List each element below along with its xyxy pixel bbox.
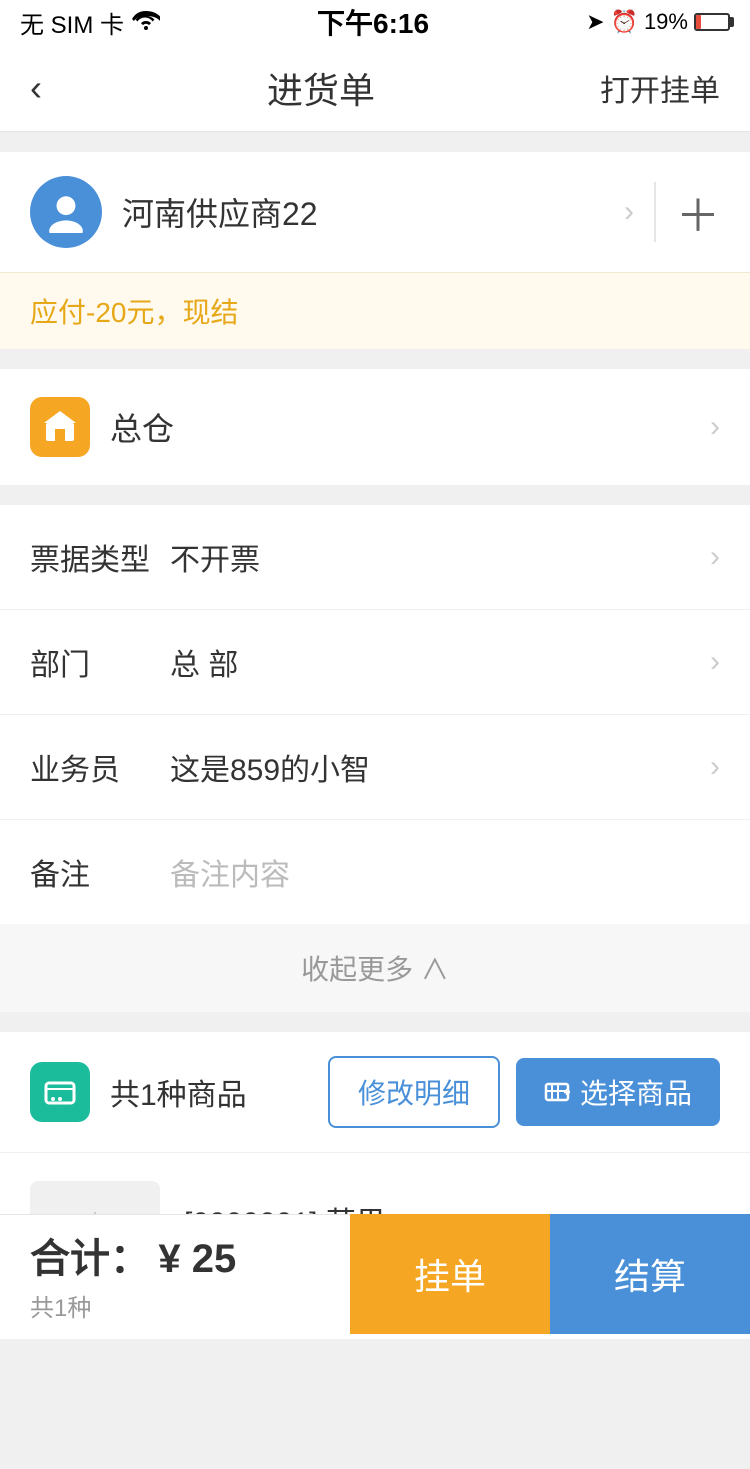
warehouse-row[interactable]: 总仓 › xyxy=(0,369,750,485)
total-section: 合计： ¥ 25 共1种 xyxy=(0,1214,350,1334)
payment-notice: 应付-20元，现结 xyxy=(0,272,750,349)
department-chevron: › xyxy=(710,645,720,679)
total-value: ¥ 25 xyxy=(158,1237,236,1281)
supplier-row[interactable]: 河南供应商22 › ＋ xyxy=(0,152,750,272)
total-sub-label: 共1种 xyxy=(30,1288,320,1323)
total-label: 合计： xyxy=(30,1237,150,1281)
supplier-section: 河南供应商22 › ＋ 应付-20元，现结 xyxy=(0,152,750,349)
status-bar: 无 SIM 卡 下午6:16 ➤ ⏰ 19% xyxy=(0,0,750,44)
select-product-button[interactable]: 选择商品 xyxy=(516,1058,720,1126)
products-header: 共1种商品 修改明细 选择商品 xyxy=(0,1032,750,1153)
battery-label: 19% xyxy=(644,9,688,35)
remark-label: 备注 xyxy=(30,850,170,894)
products-icon xyxy=(30,1062,90,1122)
status-right: ➤ ⏰ 19% xyxy=(586,9,730,35)
battery-icon xyxy=(694,13,730,31)
edit-detail-button[interactable]: 修改明细 xyxy=(328,1056,500,1128)
invoice-type-chevron: › xyxy=(710,540,720,574)
carrier-label: 无 SIM 卡 xyxy=(20,5,124,40)
alarm-icon: ⏰ xyxy=(611,9,638,35)
supplier-avatar xyxy=(30,176,102,248)
back-button[interactable]: ‹ xyxy=(30,67,42,109)
department-label: 部门 xyxy=(30,640,170,684)
nav-bar: ‹ 进货单 打开挂单 xyxy=(0,44,750,132)
salesperson-chevron: › xyxy=(710,750,720,784)
department-row[interactable]: 部门 总 部 › xyxy=(0,610,750,715)
form-section: 票据类型 不开票 › 部门 总 部 › 业务员 这是859的小智 › 备注 备注… xyxy=(0,505,750,924)
status-time: 下午6:16 xyxy=(317,2,429,42)
total-amount: 合计： ¥ 25 xyxy=(30,1226,320,1284)
divider xyxy=(654,182,656,242)
salesperson-row[interactable]: 业务员 这是859的小智 › xyxy=(0,715,750,820)
salesperson-value: 这是859的小智 xyxy=(170,745,710,789)
page-title: 进货单 xyxy=(267,62,375,114)
add-supplier-button[interactable]: ＋ xyxy=(676,180,720,244)
warehouse-chevron-icon: › xyxy=(710,410,720,444)
supplier-name: 河南供应商22 xyxy=(122,189,624,235)
warehouse-name: 总仓 xyxy=(110,404,710,450)
wifi-icon xyxy=(132,8,160,37)
department-value: 总 部 xyxy=(170,640,710,684)
products-count: 共1种商品 xyxy=(110,1070,328,1114)
warehouse-icon xyxy=(30,397,90,457)
open-hang-button[interactable]: 打开挂单 xyxy=(600,66,720,110)
settle-button[interactable]: 结算 xyxy=(550,1214,750,1334)
collapse-button[interactable]: 收起更多 ∧ xyxy=(0,924,750,1012)
bottom-bar: 合计： ¥ 25 共1种 挂单 结算 xyxy=(0,1214,750,1334)
warehouse-section[interactable]: 总仓 › xyxy=(0,369,750,485)
invoice-type-value: 不开票 xyxy=(170,535,710,579)
remark-row[interactable]: 备注 备注内容 xyxy=(0,820,750,924)
cart-icon xyxy=(544,1078,572,1106)
status-left: 无 SIM 卡 xyxy=(20,5,160,40)
invoice-type-row[interactable]: 票据类型 不开票 › xyxy=(0,505,750,610)
hang-button[interactable]: 挂单 xyxy=(350,1214,550,1334)
supplier-chevron-icon: › xyxy=(624,195,634,229)
location-icon: ➤ xyxy=(586,9,604,35)
remark-placeholder: 备注内容 xyxy=(170,850,290,894)
invoice-type-label: 票据类型 xyxy=(30,535,170,579)
select-product-label: 选择商品 xyxy=(580,1072,692,1112)
salesperson-label: 业务员 xyxy=(30,745,170,789)
